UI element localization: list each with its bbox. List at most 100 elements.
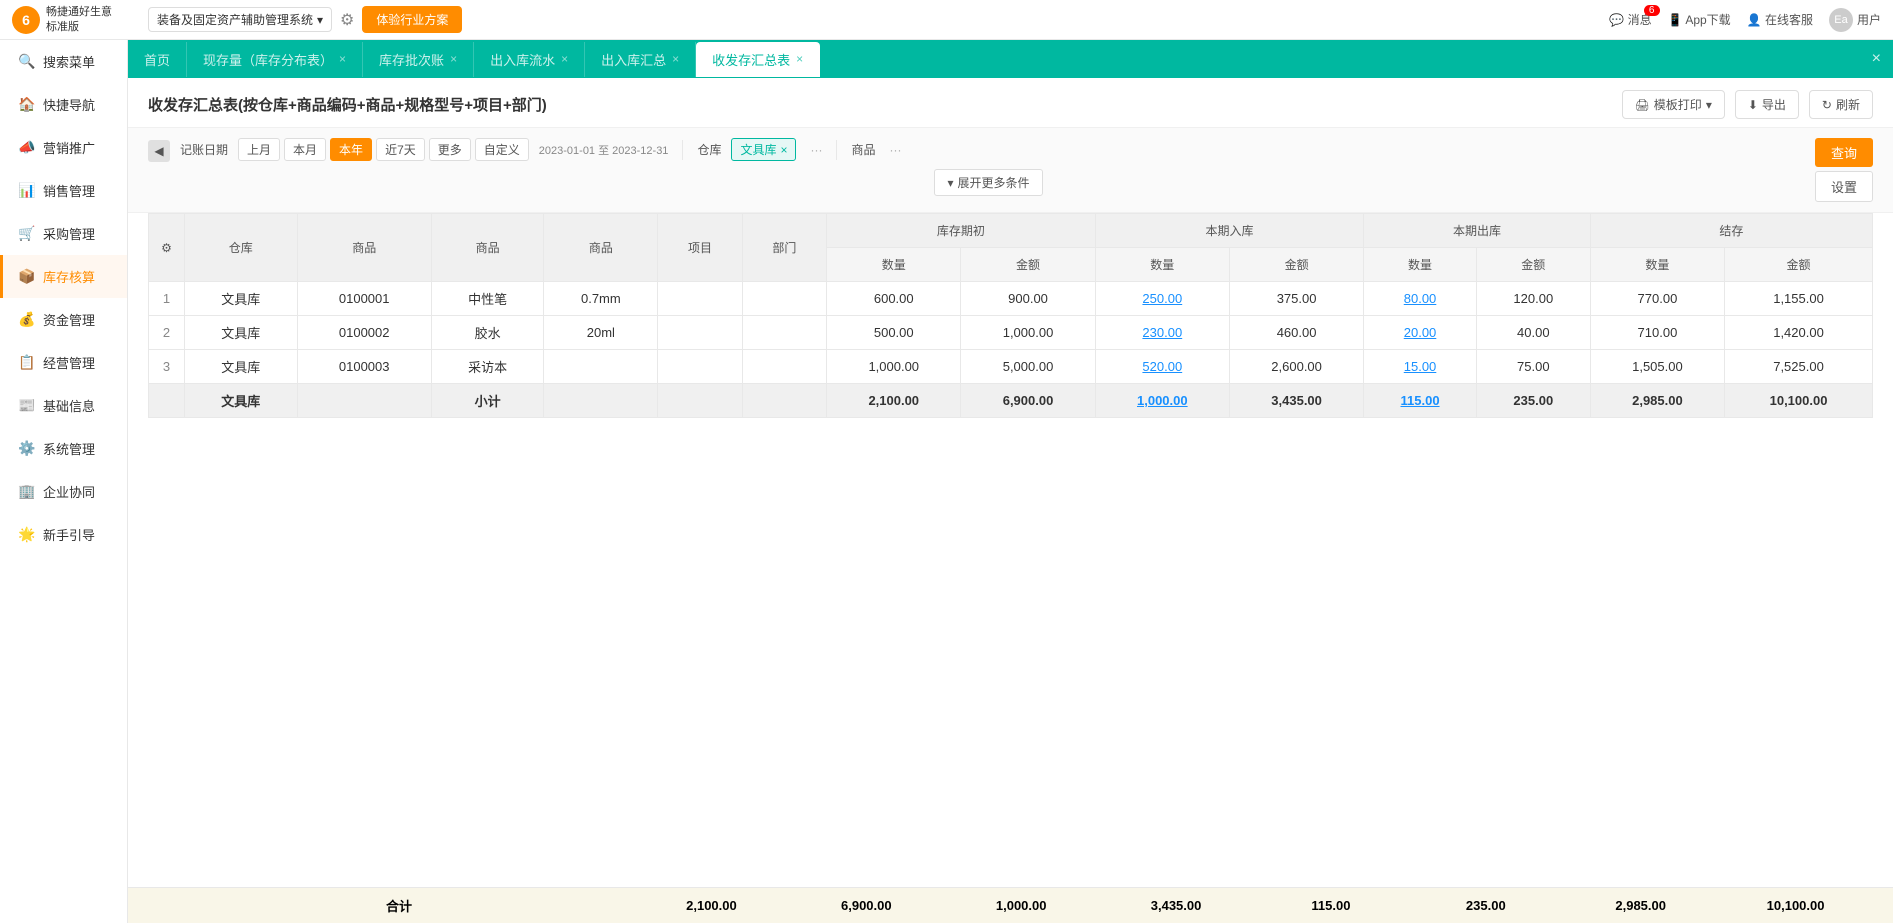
settings-button[interactable]: 设置 [1815,171,1873,202]
tab-batch[interactable]: 库存批次账 × [363,42,474,77]
sidebar-item-search[interactable]: 🔍 搜索菜单 [0,40,127,83]
sidebar-item-label: 搜索菜单 [43,52,95,71]
date-btn-this-month[interactable]: 本月 [284,138,326,161]
cell-spec: 20ml [544,316,658,350]
cell-out-qty[interactable]: 15.00 [1364,350,1477,384]
table-group-header: ⚙ 仓库 商品 商品 商品 项目 部门 库存期初 本期入库 本期出库 结存 [149,214,1873,248]
tab-close-icon[interactable]: × [450,52,457,66]
cell-num: 3 [149,350,185,384]
filter-row: ◀ 记账日期 上月 本月 本年 近7天 更多 自定义 [148,138,1873,202]
cell-spec: 0.7mm [544,282,658,316]
cell-name: 采访本 [431,350,544,384]
th-balance-amt: 金额 [1725,248,1873,282]
business-icon: 📋 [19,355,35,371]
cell-balance-amt: 1,420.00 [1725,316,1873,350]
tab-close-icon[interactable]: × [796,52,803,66]
export-button[interactable]: ⬇ 导出 [1735,90,1799,119]
query-button[interactable]: 查询 [1815,138,1873,167]
tab-inout-flow[interactable]: 出入库流水 × [474,42,585,77]
refresh-button[interactable]: ↻ 刷新 [1809,90,1873,119]
message-icon-container[interactable]: 💬 6 消息 [1609,11,1651,28]
cell-out-qty[interactable]: 20.00 [1364,316,1477,350]
experience-button[interactable]: 体验行业方案 [362,6,462,33]
system-select[interactable]: 装备及固定资产辅助管理系统 ▾ [148,7,332,32]
app-download[interactable]: 📱 App下载 [1668,11,1731,28]
sidebar-item-basic[interactable]: 📰 基础信息 [0,384,127,427]
gear-icon[interactable]: ⚙ [340,10,354,30]
th-period-in-group: 本期入库 [1095,214,1364,248]
date-btn-7days[interactable]: 近7天 [376,138,425,161]
cell-out-qty[interactable]: 80.00 [1364,282,1477,316]
warehouse-ellipsis[interactable]: ··· [810,143,822,157]
cell-project [658,384,742,418]
tab-close-icon[interactable]: × [561,52,568,66]
table-row: 3文具库0100003采访本1,000.005,000.00520.002,60… [149,350,1873,384]
th-dept: 部门 [742,214,826,282]
tab-inout-summary[interactable]: 出入库汇总 × [585,42,696,77]
collab-icon: 🏢 [19,484,35,500]
th-balance-group: 结存 [1590,214,1872,248]
chevron-down-icon: ▾ [317,13,323,27]
th-out-qty: 数量 [1364,248,1477,282]
total-row: 合计 2,100.00 6,900.00 1,000.00 3,435.00 1… [148,896,1873,915]
total-opening-amt: 6,900.00 [789,898,944,913]
date-btn-last-month[interactable]: 上月 [238,138,280,161]
cell-in-qty[interactable]: 520.00 [1095,350,1229,384]
tab-bar-close-icon[interactable]: × [1860,50,1893,68]
sidebar-item-purchase[interactable]: 🛒 采购管理 [0,212,127,255]
home-icon: 🏠 [19,97,35,113]
sidebar-item-newbie[interactable]: 🌟 新手引导 [0,513,127,556]
avatar: Ea [1829,8,1853,32]
tab-label: 收发存汇总表 [712,50,790,69]
cell-in-qty[interactable]: 250.00 [1095,282,1229,316]
date-btn-this-year[interactable]: 本年 [330,138,372,161]
tab-inventory-dist[interactable]: 现存量（库存分布表） × [187,42,363,77]
cell-balance-qty: 770.00 [1590,282,1724,316]
sidebar-item-inventory[interactable]: 📦 库存核算 [0,255,127,298]
sidebar-item-quicknav[interactable]: 🏠 快捷导航 [0,83,127,126]
cell-balance-qty: 710.00 [1590,316,1724,350]
sidebar-item-business[interactable]: 📋 经营管理 [0,341,127,384]
th-in-amt: 金额 [1229,248,1363,282]
expand-row: ▾ 展开更多条件 [180,169,1797,196]
filter-toggle[interactable]: ◀ [148,140,170,162]
search-icon: 🔍 [19,54,35,70]
sidebar-item-label: 企业协同 [43,482,95,501]
logo-icon: 6 [12,6,40,34]
export-icon: ⬇ [1748,98,1758,112]
print-button[interactable]: 🖨 模板打印 ▾ [1622,90,1725,119]
page-content: 收发存汇总表(按仓库+商品编码+商品+规格型号+项目+部门) 🖨 模板打印 ▾ … [128,78,1893,923]
warehouse-tag[interactable]: 文具库 × [731,138,796,161]
th-in-qty: 数量 [1095,248,1229,282]
tab-close-icon[interactable]: × [672,52,679,66]
online-service[interactable]: 👤 在线客服 [1747,11,1813,28]
sidebar-item-system[interactable]: ⚙️ 系统管理 [0,427,127,470]
cell-opening-amt: 1,000.00 [961,316,1095,350]
filter-area: ◀ 记账日期 上月 本月 本年 近7天 更多 自定义 [128,128,1893,213]
basic-icon: 📰 [19,398,35,414]
sidebar-item-marketing[interactable]: 📣 营销推广 [0,126,127,169]
cell-warehouse: 文具库 [185,282,298,316]
expand-button[interactable]: ▾ 展开更多条件 [934,169,1042,196]
sidebar-item-sales[interactable]: 📊 销售管理 [0,169,127,212]
warehouse-tag-close[interactable]: × [780,143,787,157]
sidebar-item-collab[interactable]: 🏢 企业协同 [0,470,127,513]
tab-home[interactable]: 首页 [128,42,187,77]
cell-in-qty[interactable]: 230.00 [1095,316,1229,350]
user-area[interactable]: Ea 用户 [1829,8,1881,32]
date-btn-custom[interactable]: 自定义 [475,138,529,161]
filter-divider2 [836,140,837,160]
sidebar-item-finance[interactable]: 💰 资金管理 [0,298,127,341]
tab-close-icon[interactable]: × [339,52,346,66]
filter-line1: 记账日期 上月 本月 本年 近7天 更多 自定义 2023-01-01 至 20… [180,138,1797,161]
goods-ellipsis[interactable]: ··· [890,143,902,157]
tab-recv-send-summary[interactable]: 收发存汇总表 × [696,42,820,77]
cell-in-qty[interactable]: 1,000.00 [1095,384,1229,418]
date-btn-more[interactable]: 更多 [429,138,471,161]
th-project: 项目 [658,214,742,282]
th-code: 商品 [297,214,431,282]
cell-out-qty[interactable]: 115.00 [1364,384,1477,418]
cell-balance-amt: 1,155.00 [1725,282,1873,316]
sidebar-item-label: 系统管理 [43,439,95,458]
bottom-total: 合计 2,100.00 6,900.00 1,000.00 3,435.00 1… [128,887,1893,923]
